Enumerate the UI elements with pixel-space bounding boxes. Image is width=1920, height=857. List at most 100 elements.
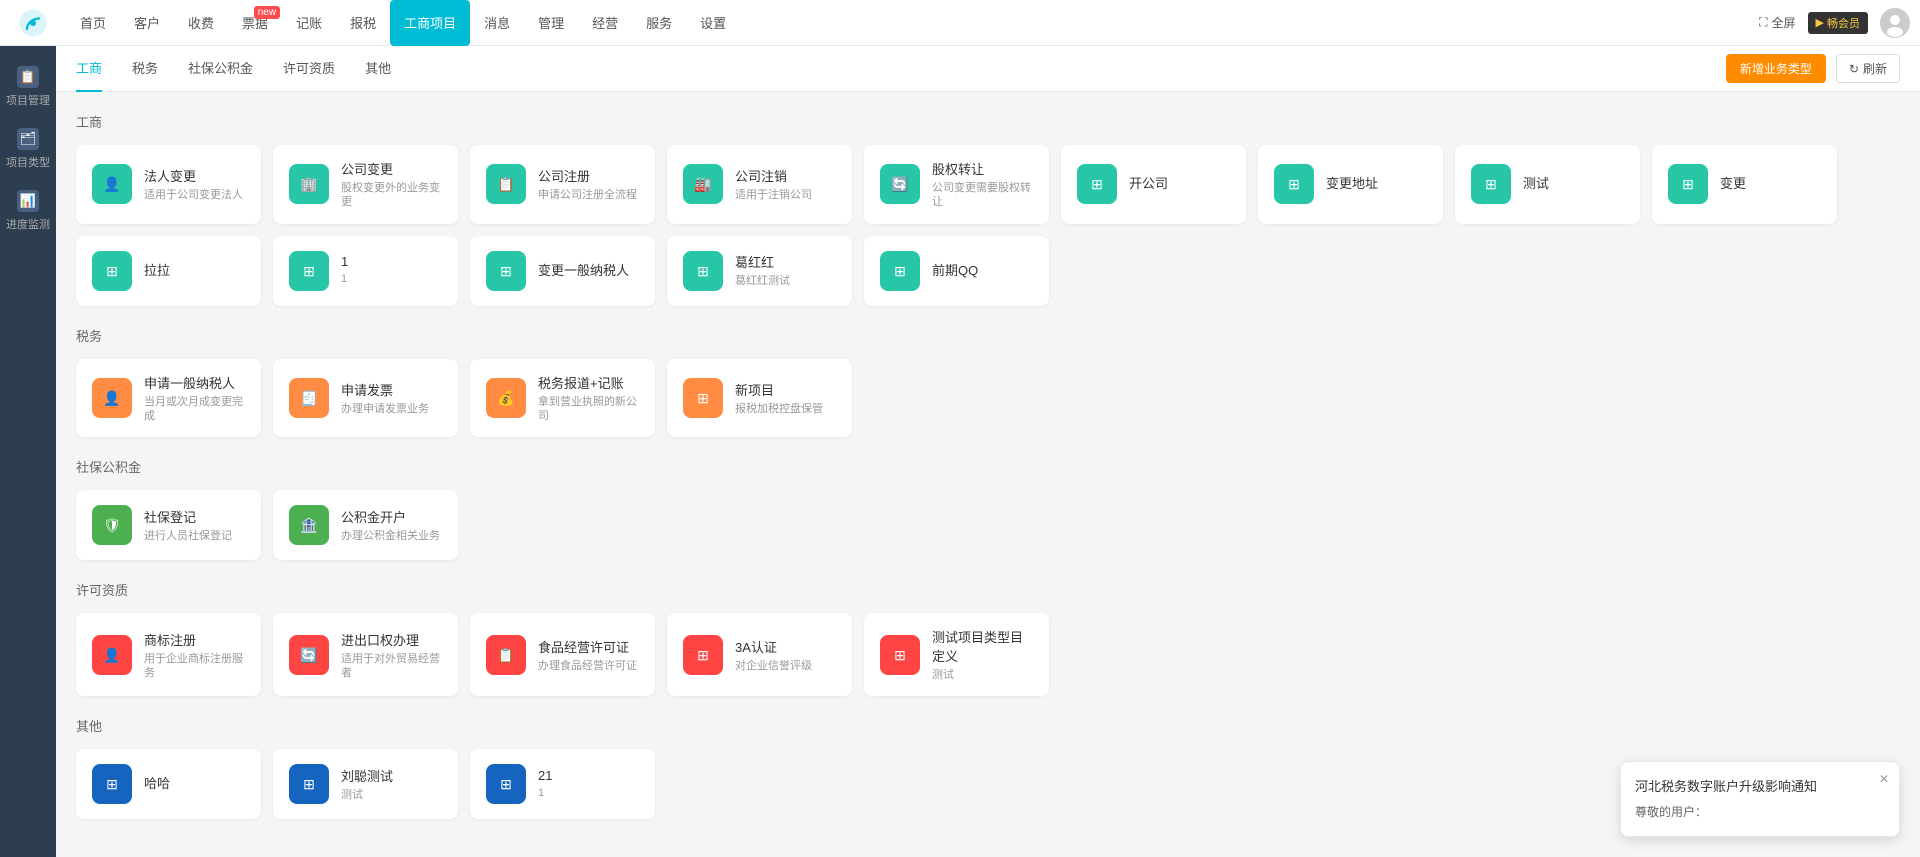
card-icon: 👤 <box>92 164 132 204</box>
sidebar-item-进度监测[interactable]: 📊进度监测 <box>0 180 56 242</box>
card-title: 社保登记 <box>144 507 232 526</box>
svg-text:⊞: ⊞ <box>697 647 709 663</box>
sub-tab-许可资质[interactable]: 许可资质 <box>283 46 335 92</box>
card-1[interactable]: ⊞11 <box>273 236 458 306</box>
card-text: 新项目报税加税控盘保管 <box>735 380 823 416</box>
svg-text:💰: 💰 <box>497 390 514 407</box>
card-desc: 适用于公司变更法人 <box>144 188 243 202</box>
avatar[interactable] <box>1880 8 1910 38</box>
card-text: 公司变更股权变更外的业务变更 <box>341 159 442 210</box>
card-变更[interactable]: ⊞ 变更 <box>1652 145 1837 224</box>
nav-item-客户[interactable]: 客户 <box>120 0 174 46</box>
svg-text:🏢: 🏢 <box>300 176 317 193</box>
card-icon: ⊞ <box>880 635 920 675</box>
sub-tab-社保公积金[interactable]: 社保公积金 <box>188 46 253 92</box>
card-公司注册[interactable]: 📋公司注册申请公司注册全流程 <box>470 145 655 224</box>
card-title: 商标注册 <box>144 630 245 649</box>
card-商标注册[interactable]: 👤商标注册用于企业商标注册服务 <box>76 613 261 696</box>
refresh-label: 刷新 <box>1863 60 1887 77</box>
nav-right: ⛶ 全屏 ▶ 畅会员 <box>1759 8 1910 38</box>
card-title: 变更 <box>1720 173 1746 192</box>
sub-tab-其他[interactable]: 其他 <box>365 46 391 92</box>
card-title: 1 <box>341 254 348 269</box>
sidebar-item-项目类型[interactable]: 🗂项目类型 <box>0 118 56 180</box>
nav-item-报税[interactable]: 报税 <box>336 0 390 46</box>
sidebar-label: 项目管理 <box>6 92 50 108</box>
vip-button[interactable]: ▶ 畅会员 <box>1808 12 1868 34</box>
svg-text:👤: 👤 <box>103 390 120 407</box>
nav-item-工商项目[interactable]: 工商项目 <box>390 0 470 46</box>
refresh-button[interactable]: ↻ 刷新 <box>1836 54 1900 83</box>
card-icon: ⊞ <box>1471 164 1511 204</box>
card-text: 测试 <box>1523 173 1549 195</box>
card-desc: 当月或次月成变更完成 <box>144 395 245 424</box>
card-text: 申请发票办理申请发票业务 <box>341 380 429 416</box>
card-社保登记[interactable]: 🛡社保登记进行人员社保登记 <box>76 490 261 560</box>
section-title: 工商 <box>76 112 1900 131</box>
card-title: 股权转让 <box>932 159 1033 178</box>
card-21[interactable]: ⊞211 <box>470 749 655 819</box>
card-新项目[interactable]: ⊞新项目报税加税控盘保管 <box>667 359 852 438</box>
nav-badge: new <box>254 6 280 19</box>
card-desc: 适用于注销公司 <box>735 188 812 202</box>
nav-item-消息[interactable]: 消息 <box>470 0 524 46</box>
svg-text:⊞: ⊞ <box>1288 176 1300 192</box>
card-拉拉[interactable]: ⊞拉拉 <box>76 236 261 306</box>
section-社保公积金: 社保公积金🛡社保登记进行人员社保登记🏦公积金开户办理公积金相关业务 <box>76 457 1900 560</box>
fullscreen-btn[interactable]: ⛶ 全屏 <box>1759 14 1795 31</box>
card-公司变更[interactable]: 🏢 公司变更股权变更外的业务变更 <box>273 145 458 224</box>
card-公积金开户[interactable]: 🏦公积金开户办理公积金相关业务 <box>273 490 458 560</box>
card-icon: 🏦 <box>289 505 329 545</box>
card-text: 税务报道+记账拿到营业执照的新公司 <box>538 373 639 424</box>
card-变更一般纳税人[interactable]: ⊞变更一般纳税人 <box>470 236 655 306</box>
card-开公司[interactable]: ⊞开公司 <box>1061 145 1246 224</box>
card-葛红红[interactable]: ⊞葛红红葛红红测试 <box>667 236 852 306</box>
nav-item-管理[interactable]: 管理 <box>524 0 578 46</box>
nav-item-记账[interactable]: 记账 <box>282 0 336 46</box>
card-法人变更[interactable]: 👤法人变更适用于公司变更法人 <box>76 145 261 224</box>
card-变更地址[interactable]: ⊞变更地址 <box>1258 145 1443 224</box>
card-股权转让[interactable]: 🔄股权转让公司变更需要股权转让 <box>864 145 1049 224</box>
logo[interactable] <box>10 0 56 46</box>
card-前期QQ[interactable]: ⊞前期QQ <box>864 236 1049 306</box>
card-text: 哈哈 <box>144 773 170 795</box>
card-公司注销[interactable]: 🏭公司注销适用于注销公司 <box>667 145 852 224</box>
nav-item-票据[interactable]: 票据new <box>228 0 282 46</box>
cards-grid: 👤商标注册用于企业商标注册服务🔄进出口权办理适用于对外贸易经营者📋食品经营许可证… <box>76 613 1900 696</box>
card-title: 前期QQ <box>932 260 978 279</box>
nav-item-服务[interactable]: 服务 <box>632 0 686 46</box>
card-desc: 测试 <box>932 668 1033 682</box>
sub-tab-工商[interactable]: 工商 <box>76 46 102 92</box>
svg-text:⊞: ⊞ <box>106 263 118 279</box>
card-text: 商标注册用于企业商标注册服务 <box>144 630 245 681</box>
card-text: 211 <box>538 768 552 800</box>
svg-text:⊞: ⊞ <box>1682 176 1694 192</box>
card-desc: 1 <box>341 272 348 286</box>
notification-close-btn[interactable]: ✕ <box>1879 772 1889 786</box>
card-测试[interactable]: ⊞ 测试 <box>1455 145 1640 224</box>
card-进出口权办理[interactable]: 🔄进出口权办理适用于对外贸易经营者 <box>273 613 458 696</box>
card-3A认证[interactable]: ⊞3A认证对企业信誉评级 <box>667 613 852 696</box>
nav-item-收费[interactable]: 收费 <box>174 0 228 46</box>
card-icon: 🏭 <box>683 164 723 204</box>
card-哈哈[interactable]: ⊞哈哈 <box>76 749 261 819</box>
nav-item-经营[interactable]: 经营 <box>578 0 632 46</box>
card-刘聪测试[interactable]: ⊞刘聪测试测试 <box>273 749 458 819</box>
card-申请发票[interactable]: 🧾 申请发票办理申请发票业务 <box>273 359 458 438</box>
card-测试项目类型目定义[interactable]: ⊞测试项目类型目定义测试 <box>864 613 1049 696</box>
nav-item-首页[interactable]: 首页 <box>66 0 120 46</box>
new-type-button[interactable]: 新增业务类型 <box>1726 54 1826 83</box>
nav-item-设置[interactable]: 设置 <box>686 0 740 46</box>
section-title: 税务 <box>76 326 1900 345</box>
card-icon: 🧾 <box>289 378 329 418</box>
card-desc: 用于企业商标注册服务 <box>144 652 245 681</box>
card-text: 进出口权办理适用于对外贸易经营者 <box>341 630 442 681</box>
card-税务报道+记账[interactable]: 💰 税务报道+记账拿到营业执照的新公司 <box>470 359 655 438</box>
card-食品经营许可证[interactable]: 📋食品经营许可证办理食品经营许可证 <box>470 613 655 696</box>
sidebar-icon: 📊 <box>17 190 39 212</box>
sidebar-item-项目管理[interactable]: 📋项目管理 <box>0 56 56 118</box>
card-申请一般纳税人[interactable]: 👤申请一般纳税人当月或次月成变更完成 <box>76 359 261 438</box>
sub-tab-税务[interactable]: 税务 <box>132 46 158 92</box>
card-text: 葛红红葛红红测试 <box>735 252 790 288</box>
card-icon: 📋 <box>486 164 526 204</box>
